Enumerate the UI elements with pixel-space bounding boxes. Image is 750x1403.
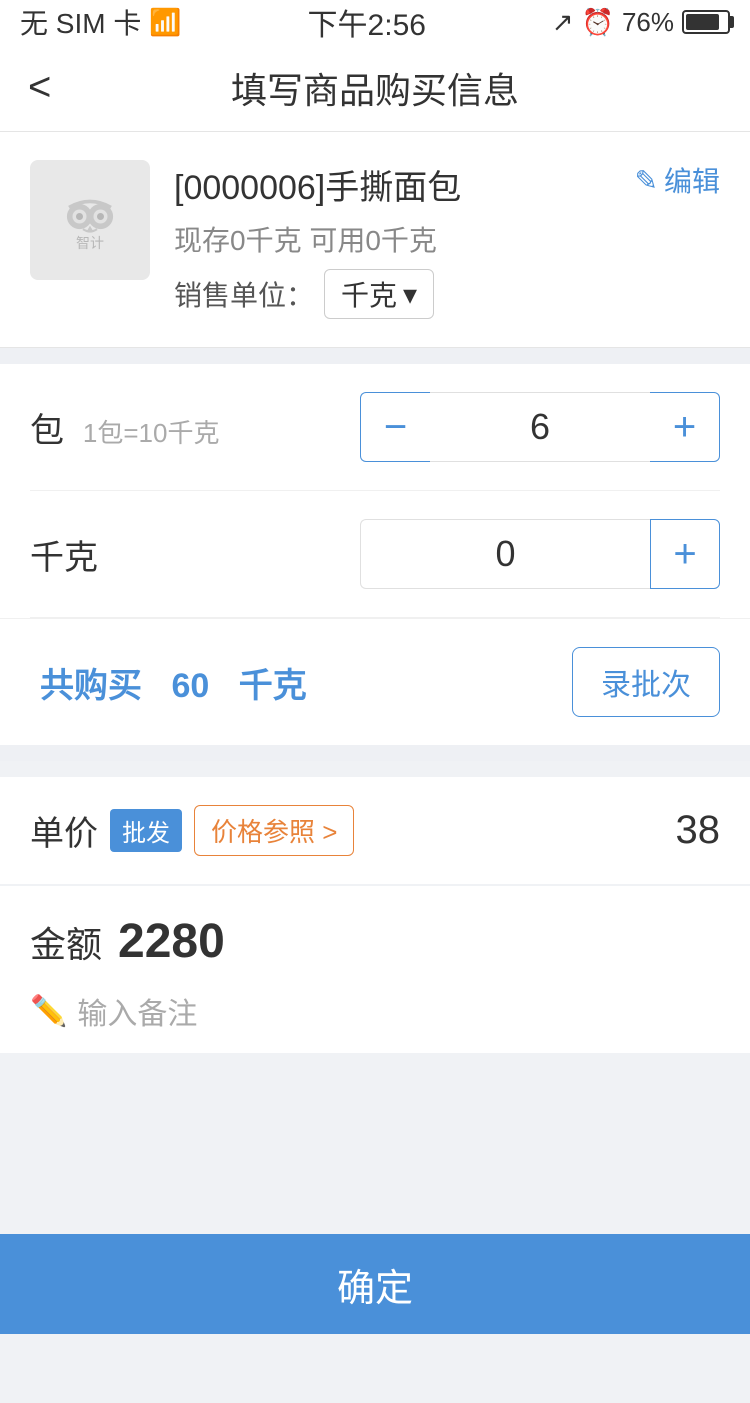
- product-card-wrapper: 智计 [0000006]手撕面包 现存0千克 可用0千克 销售单位： 千克 ▾ …: [0, 132, 750, 348]
- battery-label: 76%: [622, 7, 674, 38]
- confirm-button[interactable]: 确定: [0, 1234, 750, 1334]
- price-value: 38: [676, 808, 721, 853]
- section-divider-1: [0, 348, 750, 364]
- bag-sub-label: 1包=10千克: [83, 418, 220, 448]
- amount-row: 金额 2280: [30, 914, 720, 969]
- carrier-label: 无 SIM 卡: [20, 2, 141, 42]
- price-row: 单价 批发 价格参照 > 38: [30, 805, 720, 856]
- amount-value: 2280: [118, 914, 225, 969]
- edit-label: 编辑: [664, 160, 720, 200]
- price-reference-button[interactable]: 价格参照 >: [194, 805, 354, 856]
- price-label: 单价: [30, 806, 98, 855]
- status-bar-time: 下午2:56: [308, 0, 426, 44]
- bag-label-container: 包 1包=10千克: [30, 403, 219, 452]
- product-card: 智计 [0000006]手撕面包 现存0千克 可用0千克 销售单位： 千克 ▾ …: [0, 132, 750, 348]
- kg-label: 千克: [30, 539, 98, 577]
- section-divider-2: [0, 745, 750, 761]
- total-amount: 60: [171, 667, 209, 705]
- bag-quantity-input[interactable]: [430, 392, 650, 462]
- bag-plus-button[interactable]: +: [650, 392, 720, 462]
- status-bar: 无 SIM 卡 📶 下午2:56 ↗ ⏰ 76%: [0, 0, 750, 44]
- back-button[interactable]: <: [28, 65, 51, 110]
- product-stock: 现存0千克 可用0千克: [174, 219, 720, 259]
- unit-dropdown-icon: ▾: [403, 278, 417, 311]
- nav-bar: < 填写商品购买信息: [0, 44, 750, 132]
- edit-button[interactable]: ✎ 编辑: [635, 160, 720, 200]
- pencil-icon: ✏️: [30, 994, 67, 1029]
- kg-quantity-control: +: [360, 519, 720, 589]
- price-left: 单价 批发 价格参照 >: [30, 805, 354, 856]
- quantity-section: 包 1包=10千克 − + 千克 +: [0, 364, 750, 618]
- product-unit-row: 销售单位： 千克 ▾: [174, 269, 720, 319]
- total-row: 共购买 60 千克 录批次: [0, 618, 750, 745]
- total-prefix: 共购买: [40, 667, 142, 705]
- kg-quantity-input[interactable]: [360, 519, 650, 589]
- amount-section: 金额 2280 ✏️ 输入备注: [0, 886, 750, 1053]
- price-section: 单价 批发 价格参照 > 38: [0, 777, 750, 884]
- bag-quantity-control: − +: [360, 392, 720, 462]
- total-text: 共购买 60 千克: [30, 658, 317, 707]
- edit-icon: ✎: [635, 164, 658, 197]
- batch-tag: 批发: [110, 809, 182, 852]
- page-title: 填写商品购买信息: [231, 62, 519, 114]
- bag-quantity-row: 包 1包=10千克 − +: [30, 364, 720, 491]
- unit-value: 千克: [341, 274, 397, 314]
- product-image: 智计: [30, 160, 150, 280]
- bottom-space: [0, 1053, 750, 1403]
- status-bar-right: ↗ ⏰ 76%: [552, 7, 730, 38]
- kg-quantity-row: 千克 +: [30, 491, 720, 618]
- bag-label: 包: [30, 412, 64, 450]
- svg-text:智计: 智计: [76, 235, 104, 251]
- alarm-icon: ⏰: [582, 7, 614, 38]
- unit-selector[interactable]: 千克 ▾: [324, 269, 434, 319]
- unit-label: 销售单位：: [174, 274, 314, 314]
- product-logo-icon: 智计: [55, 185, 125, 255]
- remark-placeholder: 输入备注: [77, 989, 197, 1033]
- total-unit: 千克: [239, 667, 307, 705]
- bag-minus-button[interactable]: −: [360, 392, 430, 462]
- remark-row[interactable]: ✏️ 输入备注: [30, 989, 720, 1033]
- location-icon: ↗: [552, 7, 574, 38]
- amount-label: 金额: [30, 916, 102, 968]
- kg-label-container: 千克: [30, 530, 98, 579]
- kg-plus-button[interactable]: +: [650, 519, 720, 589]
- record-batch-button[interactable]: 录批次: [572, 647, 720, 717]
- wifi-icon: 📶: [149, 7, 181, 38]
- battery-icon: [682, 10, 730, 34]
- status-bar-left: 无 SIM 卡 📶: [20, 2, 182, 42]
